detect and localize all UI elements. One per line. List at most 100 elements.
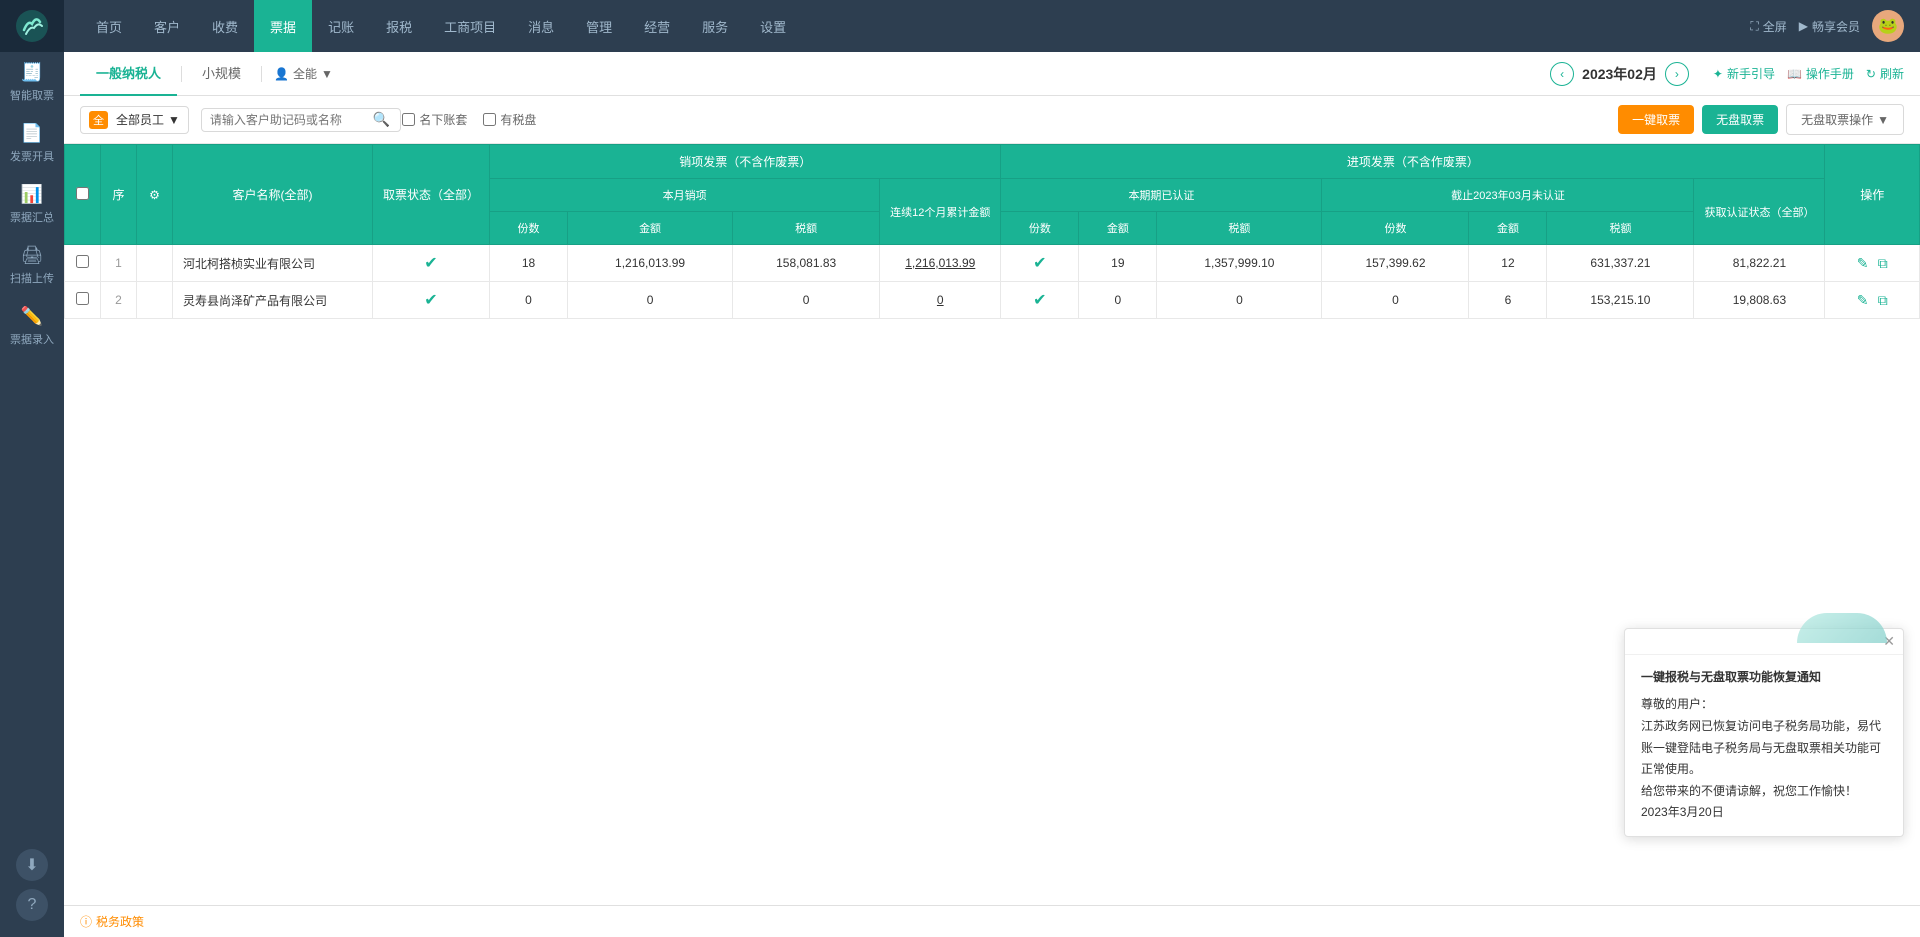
th-purchase-group: 进项发票（不含作废票） [1001,145,1825,179]
search-wrapper: 🔍 [201,108,390,132]
sidebar-item-scan-upload[interactable]: 🖨 扫描上传 [0,235,64,296]
row-month-amount: 1,216,013.99 [567,245,732,282]
row-num: 1 [101,245,137,282]
nav-bookkeeping[interactable]: 记账 [312,0,370,52]
sidebar-download-btn[interactable]: ⬇ [16,849,48,881]
nav-management[interactable]: 管理 [570,0,628,52]
nav-settings[interactable]: 设置 [744,0,802,52]
search-input[interactable] [201,108,401,132]
no-disk-deduct-btn[interactable]: 无盘取票 [1702,105,1778,134]
row-uncert-count: 12 [1469,245,1547,282]
row-deduct-status: ✔ [373,282,490,319]
toolbar-right: 一键取票 无盘取票 无盘取票操作 ▼ [1618,104,1904,135]
invoice-summary-icon: 📊 [21,184,43,205]
th-cert-amount: 金额 [1079,212,1157,245]
tab-all[interactable]: 👤 全能 ▼ [266,65,341,82]
notification-greeting: 尊敬的用户： [1641,694,1887,716]
employee-select[interactable]: 全 全部员工 ▼ [80,106,189,134]
one-key-deduct-btn[interactable]: 一键取票 [1618,105,1694,134]
select-all-checkbox[interactable] [76,187,89,200]
tax-checkbox[interactable] [483,113,496,126]
tab-chevron-icon: ▼ [321,67,333,81]
row-cert-count: 0 [1079,282,1157,319]
tax-policy-link[interactable]: ⓘ 税务政策 [80,913,144,930]
next-month-btn[interactable]: › [1665,62,1689,86]
row-month-count: 18 [490,245,568,282]
row-cert-amount: 1,357,999.10 [1157,245,1322,282]
sidebar-logo[interactable] [0,0,64,52]
sidebar-bottom: ⬇ ? [16,849,48,937]
no-disk-ops-btn[interactable]: 无盘取票操作 ▼ [1786,104,1904,135]
row-month-count: 0 [490,282,568,319]
row-ops: ✎ ⧉ [1825,282,1920,319]
row-num: 2 [101,282,137,319]
nav-invoice[interactable]: 票据 [254,0,312,52]
nav-business[interactable]: 工商项目 [428,0,512,52]
nav-home[interactable]: 首页 [80,0,138,52]
fullscreen-btn[interactable]: ⛶ 全屏 [1750,18,1786,35]
row-edit-btn[interactable]: ✎ [1857,255,1869,271]
th-cert-tax: 税额 [1157,212,1322,245]
data-entry-icon: ✏️ [21,306,43,327]
th-this-month: 本月销项 [490,179,880,212]
nav-tax[interactable]: 报税 [370,0,428,52]
th-checkbox [65,145,101,245]
nav-message[interactable]: 消息 [512,0,570,52]
sidebar-item-smart-deduct-label: 智能取票 [10,87,54,103]
row-uncert-amount: 631,337.21 [1547,245,1694,282]
th-certified: 本期期已认证 [1001,179,1322,212]
row-checkbox[interactable] [65,282,101,319]
sidebar-item-data-entry[interactable]: ✏️ 票据录入 [0,296,64,357]
search-button[interactable]: 🔍 [373,111,390,128]
table-row: 1 河北柯搭桢实业有限公司 ✔ 18 1,216,013.99 158,081.… [65,245,1920,282]
row-month-tax: 0 [733,282,880,319]
current-month-label: 2023年02月 [1582,64,1657,84]
nav-customer[interactable]: 客户 [138,0,196,52]
sidebar-item-invoice-open[interactable]: 📄 发票开具 [0,113,64,174]
row-customer: 灵寿县尚泽矿产品有限公司 [173,282,373,319]
th-sales-tax: 税额 [733,212,880,245]
nav-service[interactable]: 服务 [686,0,744,52]
sidebar-item-scan-upload-label: 扫描上传 [10,270,54,286]
th-12month: 连续12个月累计金额 [880,179,1001,245]
sidebar: 🧾 智能取票 📄 发票开具 📊 票据汇总 🖨 扫描上传 ✏️ 票据录入 ⬇ ? [0,0,64,937]
new-guide-btn[interactable]: ✦ 新手引导 [1713,65,1775,82]
row-cert-status: ✔ [1001,282,1079,319]
checkbox-tax[interactable]: 有税盘 [483,111,536,128]
row-edit-btn[interactable]: ✎ [1857,292,1869,308]
all-tab-icon: 👤 [274,67,289,81]
tab-small[interactable]: 小规模 [186,52,257,96]
sidebar-item-data-entry-label: 票据录入 [10,331,54,347]
row-copy-btn[interactable]: ⧉ [1878,255,1888,271]
sidebar-item-smart-deduct[interactable]: 🧾 智能取票 [0,52,64,113]
month-navigation: ‹ 2023年02月 › [1550,62,1689,86]
nav-operation[interactable]: 经营 [628,0,686,52]
th-ops: 操作 [1825,145,1920,245]
nav-collection[interactable]: 收费 [196,0,254,52]
sidebar-item-invoice-summary[interactable]: 📊 票据汇总 [0,174,64,235]
tab-divider-2 [261,66,262,82]
row-checkbox[interactable] [65,245,101,282]
employee-tag: 全 [89,111,108,129]
row-cert-tax: 0 [1322,282,1469,319]
row-uncert-tax: 81,822.21 [1694,245,1825,282]
sidebar-help-btn[interactable]: ? [16,889,48,921]
row-copy-btn[interactable]: ⧉ [1878,292,1888,308]
topnav-right-area: ⛶ 全屏 ▶ 畅享会员 🐸 [1750,10,1904,42]
tab-general[interactable]: 一般纳税人 [80,52,177,96]
user-avatar[interactable]: 🐸 [1872,10,1904,42]
row-uncert-amount: 153,215.10 [1547,282,1694,319]
member-icon: ▶ [1799,19,1808,33]
th-config[interactable]: ⚙ [137,145,173,245]
checkbox-account[interactable]: 名下账套 [402,111,467,128]
checkbox-group: 名下账套 有税盘 [402,111,536,128]
manual-btn[interactable]: 📖 操作手册 [1787,65,1854,82]
notification-content: 江苏政务网已恢复访问电子税务局功能，易代账一键登陆电子税务局与无盘取票相关功能可… [1641,716,1887,781]
th-num: 序 [101,145,137,245]
row-customer: 河北柯搭桢实业有限公司 [173,245,373,282]
refresh-btn[interactable]: ↻ 刷新 [1866,65,1904,82]
account-checkbox[interactable] [402,113,415,126]
fullscreen-icon: ⛶ [1750,19,1758,34]
prev-month-btn[interactable]: ‹ [1550,62,1574,86]
member-btn[interactable]: ▶ 畅享会员 [1799,18,1860,35]
